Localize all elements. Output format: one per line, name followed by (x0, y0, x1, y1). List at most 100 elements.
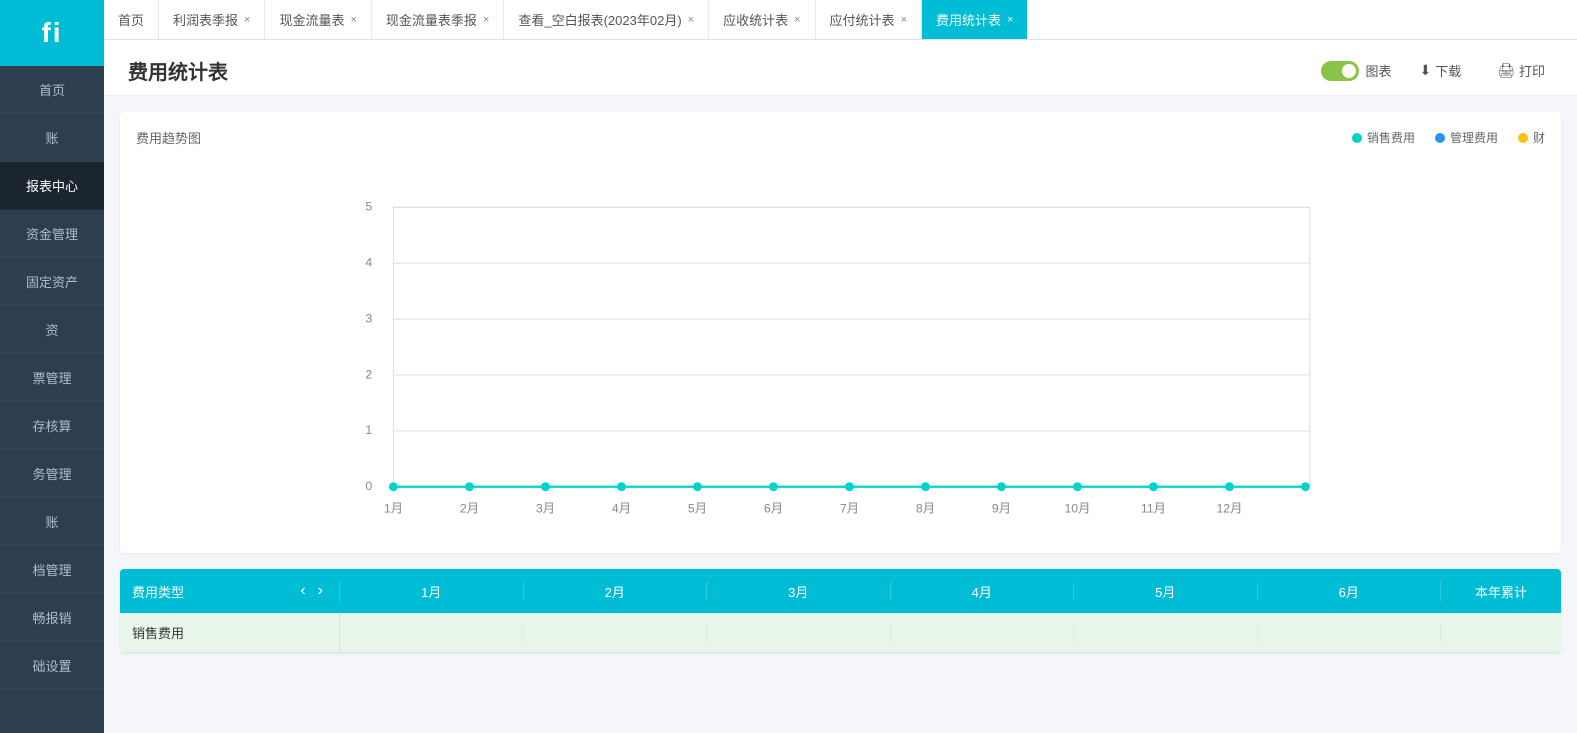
svg-text:3月: 3月 (536, 501, 555, 515)
table-header-row: 费用类型 ‹ › 1月 2月 3月 4月 5月 6月 本年累计 (120, 569, 1561, 613)
download-button[interactable]: ⬇ 下载 (1411, 57, 1469, 84)
sidebar-item-invoice-management[interactable]: 票管理 (0, 354, 104, 402)
page-title: 费用统计表 (128, 56, 228, 85)
tab-cash-flow-quarterly[interactable]: 现金流量表季报 × (372, 0, 504, 40)
close-tab-payable[interactable]: × (901, 14, 907, 26)
th-month-4: 4月 (891, 582, 1075, 601)
svg-text:2月: 2月 (460, 501, 479, 515)
close-tab-cash-flow[interactable]: × (350, 14, 356, 26)
tab-home[interactable]: 首页 (104, 0, 159, 40)
td-sales-6 (1258, 623, 1442, 643)
chart-header: 费用趋势图 销售费用 管理费用 财 (136, 128, 1545, 147)
svg-text:7月: 7月 (840, 501, 859, 515)
nav-buttons: ‹ › (296, 580, 327, 602)
sidebar-item-home[interactable]: 首页 (0, 66, 104, 114)
sidebar-item-fixed-assets[interactable]: 固定资产 (0, 258, 104, 306)
tab-profit-quarterly[interactable]: 利润表季报 × (159, 0, 265, 40)
legend-sales: 销售费用 (1352, 129, 1415, 146)
legend-dot-sales (1352, 133, 1362, 143)
th-total: 本年累计 (1441, 582, 1561, 601)
td-sales-3 (707, 623, 891, 643)
sidebar-item-inventory[interactable]: 存核算 (0, 402, 104, 450)
download-label: 下载 (1435, 61, 1461, 80)
close-tab-expense[interactable]: × (1007, 14, 1013, 26)
tab-cash-flow[interactable]: 现金流量表 × (265, 0, 371, 40)
sidebar-item-capital[interactable]: 资 (0, 306, 104, 354)
print-icon: 🖨 (1497, 62, 1515, 79)
th-month-1: 1月 (340, 582, 524, 601)
page-header: 费用统计表 图表 ⬇ 下载 🖨 打印 (104, 40, 1577, 96)
svg-text:4月: 4月 (612, 501, 631, 515)
sidebar-item-accounts[interactable]: 账 (0, 498, 104, 546)
svg-text:9月: 9月 (992, 501, 1011, 515)
header-actions: 图表 ⬇ 下载 🖨 打印 (1321, 57, 1553, 84)
close-tab-receivable[interactable]: × (794, 14, 800, 26)
legend-finance: 财 (1518, 129, 1545, 146)
svg-text:1: 1 (365, 423, 372, 437)
svg-text:5: 5 (365, 200, 372, 214)
svg-text:12月: 12月 (1216, 501, 1242, 515)
download-icon: ⬇ (1419, 62, 1431, 79)
tabs-bar: 首页 利润表季报 × 现金流量表 × 现金流量表季报 × 查看_空白报表(202… (104, 0, 1577, 40)
tab-blank-report[interactable]: 查看_空白报表(2023年02月) × (504, 0, 709, 40)
th-type: 费用类型 ‹ › (120, 580, 340, 602)
svg-text:11月: 11月 (1141, 501, 1166, 515)
legend-dot-management (1435, 133, 1445, 143)
print-button[interactable]: 🖨 打印 (1489, 57, 1553, 84)
sidebar-item-service-management[interactable]: 务管理 (0, 450, 104, 498)
tab-receivable[interactable]: 应收统计表 × (709, 0, 815, 40)
tab-payable[interactable]: 应付统计表 × (816, 0, 922, 40)
th-month-5: 5月 (1074, 582, 1258, 601)
svg-text:0: 0 (365, 479, 372, 493)
close-tab-blank-report[interactable]: × (688, 14, 694, 26)
sidebar: fi 首页 账 报表中心 资金管理 固定资产 资 票管理 存核算 务管理 账 档… (0, 0, 104, 733)
svg-text:1月: 1月 (384, 501, 403, 515)
sidebar-item-clearance[interactable]: 畅报销 (0, 594, 104, 642)
chart-svg: 0 1 2 3 4 5 (136, 157, 1545, 537)
close-tab-cash-flow-quarterly[interactable]: × (483, 14, 489, 26)
td-type-sales: 销售费用 (120, 613, 340, 652)
close-tab-profit-quarterly[interactable]: × (244, 14, 250, 26)
app-logo: fi (0, 0, 104, 66)
td-sales-5 (1074, 623, 1258, 643)
legend-management: 管理费用 (1435, 129, 1498, 146)
chart-title: 费用趋势图 (136, 128, 201, 147)
chart-toggle-wrap[interactable]: 图表 (1321, 61, 1391, 81)
svg-text:4: 4 (365, 256, 372, 270)
tab-expense[interactable]: 费用统计表 × (922, 0, 1028, 40)
sidebar-item-basic-settings[interactable]: 础设置 (0, 642, 104, 690)
next-month-button[interactable]: › (314, 580, 327, 602)
table-section: 费用类型 ‹ › 1月 2月 3月 4月 5月 6月 本年累计 销售费用 (120, 569, 1561, 653)
chart-section: 费用趋势图 销售费用 管理费用 财 (120, 112, 1561, 553)
th-month-6: 6月 (1258, 582, 1442, 601)
svg-text:10月: 10月 (1064, 501, 1090, 515)
svg-text:3: 3 (365, 311, 372, 325)
table-row-sales: 销售费用 (120, 613, 1561, 653)
td-sales-2 (524, 623, 708, 643)
legend-dot-finance (1518, 133, 1528, 143)
sidebar-item-file-management[interactable]: 档管理 (0, 546, 104, 594)
prev-month-button[interactable]: ‹ (296, 580, 309, 602)
td-sales-1 (340, 623, 524, 643)
sidebar-item-fund-management[interactable]: 资金管理 (0, 210, 104, 258)
svg-text:6月: 6月 (764, 501, 783, 515)
main-area: 首页 利润表季报 × 现金流量表 × 现金流量表季报 × 查看_空白报表(202… (104, 0, 1577, 733)
sidebar-item-ledger[interactable]: 账 (0, 114, 104, 162)
legend-label-management: 管理费用 (1450, 129, 1498, 146)
svg-text:5月: 5月 (688, 501, 707, 515)
chart-toggle[interactable] (1321, 61, 1359, 81)
th-month-2: 2月 (524, 582, 708, 601)
content-area: 费用统计表 图表 ⬇ 下载 🖨 打印 费用趋势图 (104, 40, 1577, 733)
svg-text:2: 2 (365, 367, 372, 381)
th-month-3: 3月 (707, 582, 891, 601)
td-sales-4 (891, 623, 1075, 643)
legend-label-sales: 销售费用 (1367, 129, 1415, 146)
chart-container: 0 1 2 3 4 5 (136, 157, 1545, 537)
svg-text:8月: 8月 (916, 501, 935, 515)
td-sales-total (1441, 623, 1561, 643)
chart-legend: 销售费用 管理费用 财 (1352, 129, 1545, 146)
print-label: 打印 (1519, 61, 1545, 80)
sidebar-item-report-center[interactable]: 报表中心 (0, 162, 104, 210)
th-type-label: 费用类型 (132, 582, 184, 601)
legend-label-finance: 财 (1533, 129, 1545, 146)
